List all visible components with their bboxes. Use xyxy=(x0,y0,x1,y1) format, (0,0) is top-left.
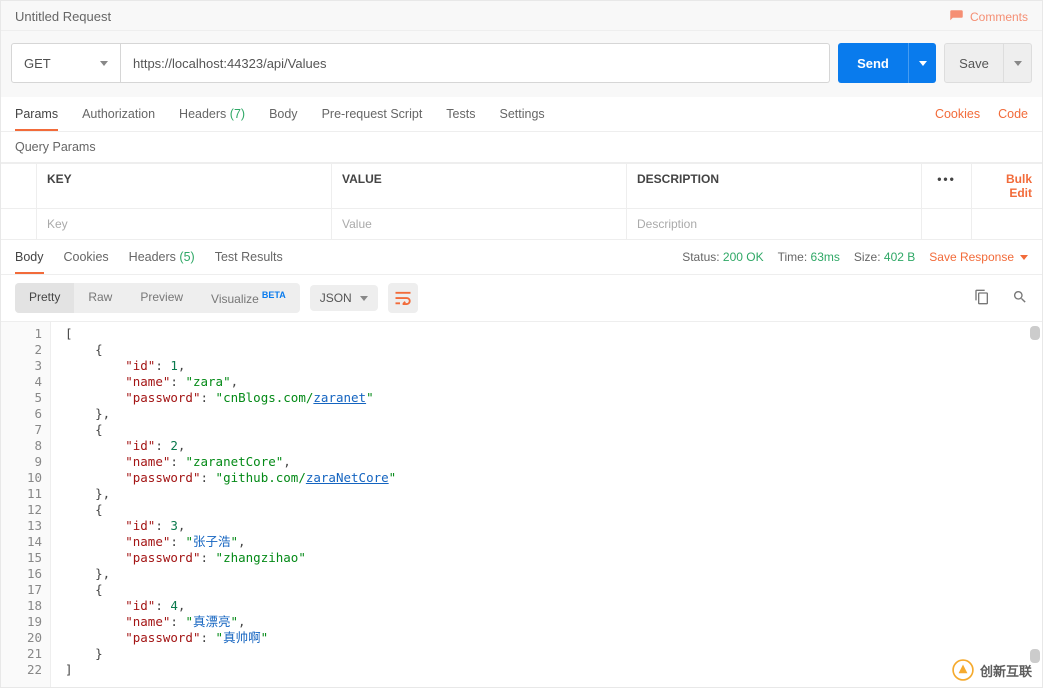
code-line: "id": 3, xyxy=(65,518,1042,534)
resp-tab-body[interactable]: Body xyxy=(15,240,44,274)
request-title: Untitled Request xyxy=(15,9,111,24)
code-line: [ xyxy=(65,326,1042,342)
code-line: }, xyxy=(65,486,1042,502)
column-value: VALUE xyxy=(332,163,627,208)
code-line: "password": "zhangzihao" xyxy=(65,550,1042,566)
view-mode-pretty[interactable]: Pretty xyxy=(15,283,74,313)
row-checkbox[interactable] xyxy=(1,208,37,239)
code-line: "name": "张子浩", xyxy=(65,534,1042,550)
search-button[interactable] xyxy=(1012,289,1028,308)
status-label: Status: xyxy=(682,250,719,264)
view-mode-preview[interactable]: Preview xyxy=(126,283,197,313)
comments-label: Comments xyxy=(970,10,1028,24)
code-line: { xyxy=(65,582,1042,598)
tab-params[interactable]: Params xyxy=(15,97,58,131)
comments-button[interactable]: Comments xyxy=(949,9,1028,24)
value-input[interactable]: Value xyxy=(332,208,627,239)
code-line: "id": 4, xyxy=(65,598,1042,614)
chevron-down-icon xyxy=(1014,61,1022,66)
description-input[interactable]: Description xyxy=(627,208,922,239)
code-line: "id": 1, xyxy=(65,358,1042,374)
code-line: }, xyxy=(65,566,1042,582)
code-line: "password": "真帅啊" xyxy=(65,630,1042,646)
scrollbar-thumb[interactable] xyxy=(1030,326,1040,340)
url-input[interactable] xyxy=(121,43,830,83)
language-value: JSON xyxy=(320,291,352,305)
code-line: } xyxy=(65,646,1042,662)
code-line: { xyxy=(65,502,1042,518)
size-value: 402 B xyxy=(884,250,915,264)
code-line: ] xyxy=(65,662,1042,678)
tab-settings[interactable]: Settings xyxy=(499,97,544,131)
query-params-checkbox-header xyxy=(1,163,37,208)
column-description: DESCRIPTION xyxy=(627,163,922,208)
time-label: Time: xyxy=(778,250,808,264)
code-line: }, xyxy=(65,406,1042,422)
http-method-select[interactable]: GET xyxy=(11,43,121,83)
search-icon xyxy=(1012,289,1028,305)
http-method-value: GET xyxy=(24,56,51,71)
chevron-down-icon xyxy=(1020,255,1028,260)
save-dropdown[interactable] xyxy=(1004,43,1032,83)
save-button[interactable]: Save xyxy=(944,43,1004,83)
code-line: "name": "真漂亮", xyxy=(65,614,1042,630)
tab-pre-request-script[interactable]: Pre-request Script xyxy=(322,97,423,131)
code-line: "password": "cnBlogs.com/zaranet" xyxy=(65,390,1042,406)
bulk-edit-link[interactable]: Bulk Edit xyxy=(972,163,1042,208)
save-response-button[interactable]: Save Response xyxy=(929,250,1028,264)
view-mode-raw[interactable]: Raw xyxy=(74,283,126,313)
language-select[interactable]: JSON xyxy=(310,285,378,311)
tab-authorization[interactable]: Authorization xyxy=(82,97,155,131)
code-link[interactable]: Code xyxy=(998,107,1028,121)
code-line: "name": "zaranetCore", xyxy=(65,454,1042,470)
wrap-icon xyxy=(394,291,412,305)
copy-icon xyxy=(974,289,990,305)
query-params-heading: Query Params xyxy=(1,132,1042,163)
code-line: { xyxy=(65,342,1042,358)
scrollbar-thumb[interactable] xyxy=(1030,649,1040,663)
tab-tests[interactable]: Tests xyxy=(446,97,475,131)
key-input[interactable]: Key xyxy=(37,208,332,239)
status-value: 200 OK xyxy=(723,250,764,264)
copy-button[interactable] xyxy=(974,289,990,308)
wrap-lines-button[interactable] xyxy=(388,283,418,313)
chevron-down-icon xyxy=(100,61,108,66)
send-button[interactable]: Send xyxy=(838,43,908,83)
code-line: "name": "zara", xyxy=(65,374,1042,390)
tab-body[interactable]: Body xyxy=(269,97,298,131)
code-line: "password": "github.com/zaraNetCore" xyxy=(65,470,1042,486)
code-line: "id": 2, xyxy=(65,438,1042,454)
chevron-down-icon xyxy=(360,296,368,301)
view-mode-visualize[interactable]: VisualizeBETA xyxy=(197,283,300,313)
tab-headers[interactable]: Headers (7) xyxy=(179,97,245,131)
send-dropdown[interactable] xyxy=(908,43,936,83)
comment-icon xyxy=(949,9,964,24)
size-label: Size: xyxy=(854,250,881,264)
chevron-down-icon xyxy=(919,61,927,66)
resp-tab-test-results[interactable]: Test Results xyxy=(215,240,283,274)
column-options[interactable]: ••• xyxy=(922,163,972,208)
cookies-link[interactable]: Cookies xyxy=(935,107,980,121)
resp-tab-headers[interactable]: Headers (5) xyxy=(129,240,195,274)
line-number-gutter: 12345678910111213141516171819202122 xyxy=(1,322,51,687)
column-key: KEY xyxy=(37,163,332,208)
response-body[interactable]: [ { "id": 1, "name": "zara", "password":… xyxy=(51,322,1042,687)
time-value: 63ms xyxy=(811,250,840,264)
code-line: { xyxy=(65,422,1042,438)
resp-tab-cookies[interactable]: Cookies xyxy=(64,240,109,274)
